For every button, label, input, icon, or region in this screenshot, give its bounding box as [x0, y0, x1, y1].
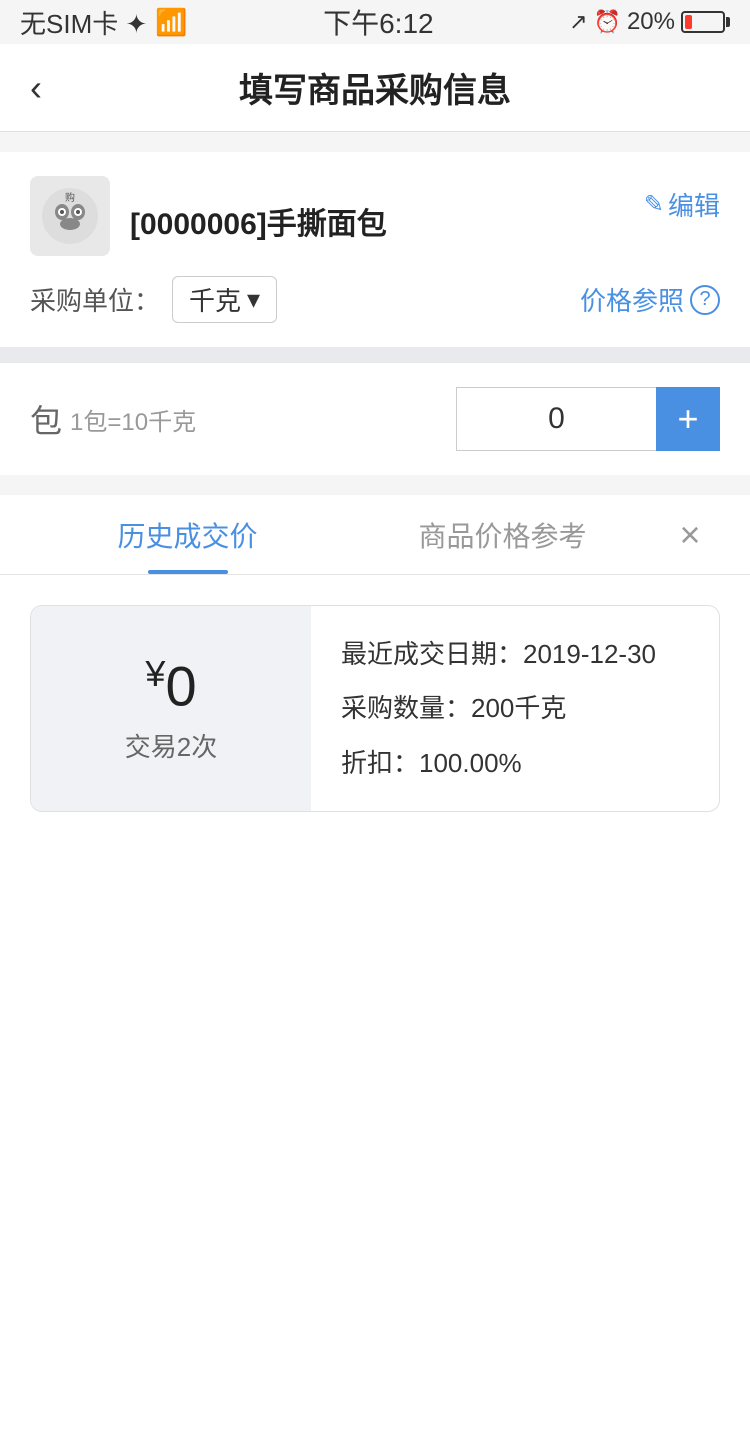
- currency-symbol: ¥: [145, 653, 165, 694]
- tab-price-reference[interactable]: 商品价格参考: [345, 495, 660, 574]
- tab-active-indicator: [148, 570, 228, 574]
- price-amount: ¥0: [145, 653, 196, 719]
- price-detail-panel: 最近成交日期：2019-12-30 采购数量：200千克 折扣：100.00%: [311, 606, 719, 811]
- battery-icon: [681, 11, 730, 33]
- unit-label: 采购单位：: [30, 281, 160, 318]
- quantity-row: 包 1包=10千克 0 +: [0, 363, 750, 475]
- quantity-control: 0 +: [456, 387, 720, 451]
- quantity-plus-button[interactable]: +: [656, 387, 720, 451]
- product-thumbnail: 购: [30, 176, 110, 256]
- dropdown-icon: ▾: [247, 284, 260, 315]
- status-right-icons: ↗ ⏰ 20%: [569, 8, 730, 36]
- product-unit-row: 采购单位： 千克 ▾ 价格参照 ?: [30, 276, 720, 323]
- package-icon: 包: [30, 396, 62, 442]
- location-icon: ↗: [569, 9, 587, 35]
- help-icon[interactable]: ?: [690, 285, 720, 315]
- battery-percent: 20%: [627, 8, 675, 36]
- history-price-content: ¥0 交易2次 最近成交日期：2019-12-30 采购数量：200千克 折扣：…: [0, 575, 750, 842]
- product-logo-icon: 购: [40, 186, 100, 246]
- svg-text:购: 购: [65, 191, 75, 204]
- status-carrier: 无SIM卡 ✦ 📶: [20, 4, 188, 41]
- bottom-area: [0, 842, 750, 1442]
- product-header: 购 [0000006]手撕面包 ✎ 编辑: [30, 176, 720, 256]
- tab-close-button[interactable]: ×: [660, 505, 720, 565]
- package-ratio: 1包=10千克: [70, 402, 196, 437]
- product-name: [0000006]手撕面包: [130, 199, 387, 243]
- product-info-left: 购 [0000006]手撕面包: [30, 176, 387, 256]
- trade-count: 交易2次: [125, 727, 217, 764]
- unit-selector: 采购单位： 千克 ▾: [30, 276, 277, 323]
- quantity-input[interactable]: 0: [456, 387, 656, 451]
- back-button[interactable]: ‹: [30, 67, 42, 109]
- status-time: 下午6:12: [323, 2, 434, 42]
- section-divider: [0, 347, 750, 363]
- product-card: 购 [0000006]手撕面包 ✎ 编辑 采购单位： 千克 ▾ 价格参照 ?: [0, 152, 750, 347]
- package-label: 包 1包=10千克: [30, 396, 196, 442]
- purchase-qty-item: 采购数量：200千克: [341, 690, 689, 726]
- status-bar: 无SIM卡 ✦ 📶 下午6:12 ↗ ⏰ 20%: [0, 0, 750, 44]
- tab-history-price[interactable]: 历史成交价: [30, 495, 345, 574]
- discount-item: 折扣：100.00%: [341, 745, 689, 781]
- tab-bar: 历史成交价 商品价格参考 ×: [0, 495, 750, 575]
- price-card: ¥0 交易2次 最近成交日期：2019-12-30 采购数量：200千克 折扣：…: [30, 605, 720, 812]
- price-reference-button[interactable]: 价格参照 ?: [580, 281, 720, 318]
- tab-section: 历史成交价 商品价格参考 × ¥0 交易2次 最近成交日期：2019-12-30: [0, 495, 750, 842]
- alarm-icon: ⏰: [594, 9, 621, 35]
- wifi-icon: 📶: [155, 7, 187, 38]
- recent-date-item: 最近成交日期：2019-12-30: [341, 636, 689, 672]
- page-title: 填写商品采购信息: [239, 63, 511, 112]
- unit-dropdown[interactable]: 千克 ▾: [172, 276, 277, 323]
- edit-button[interactable]: ✎ 编辑: [644, 186, 720, 223]
- nav-bar: ‹ 填写商品采购信息: [0, 44, 750, 132]
- price-summary-panel: ¥0 交易2次: [31, 606, 311, 811]
- edit-icon: ✎: [644, 190, 664, 219]
